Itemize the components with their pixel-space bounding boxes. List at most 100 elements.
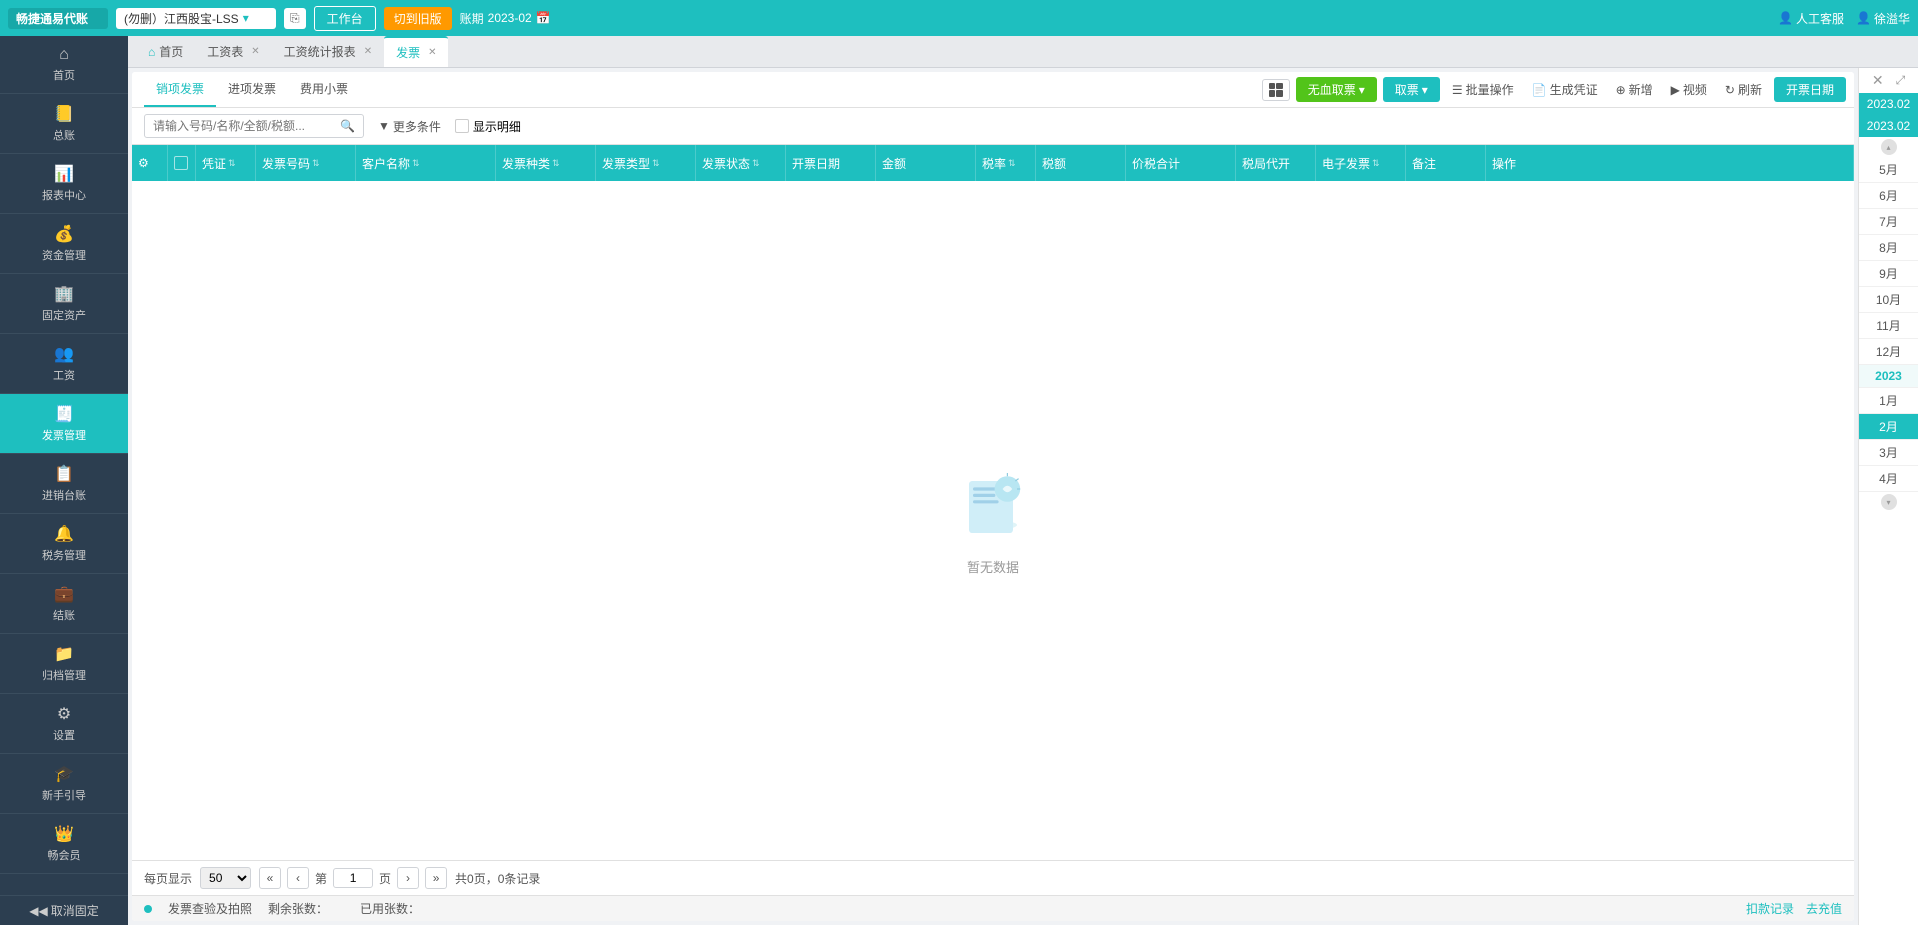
sidebar-item-invoice[interactable]: 🧾 发票管理 [0, 394, 128, 454]
sidebar-item-assets[interactable]: 🏢 固定资产 [0, 274, 128, 334]
filter-button[interactable]: ▼ 更多条件 [372, 115, 447, 138]
recharge-link[interactable]: 去充值 [1806, 900, 1842, 917]
period-month-2023-4[interactable]: 4月 [1859, 466, 1918, 492]
th-e-invoice: 电子发票 ⇅ [1316, 145, 1406, 181]
sidebar-item-reports[interactable]: 📊 报表中心 [0, 154, 128, 214]
scroll-up-icon[interactable]: ▴ [1881, 139, 1897, 155]
batch-ops-button[interactable]: ☰ 批量操作 [1446, 77, 1520, 102]
th-settings[interactable]: ⚙ [132, 145, 168, 181]
period-month-2023-1[interactable]: 1月 [1859, 388, 1918, 414]
sidebar-item-guide[interactable]: 🎓 新手引导 [0, 754, 128, 814]
sidebar-label-funds: 资金管理 [42, 247, 86, 263]
tab-payroll-table-close-icon[interactable]: ✕ [251, 46, 259, 57]
expand-panel-button[interactable]: ⤢ [1890, 70, 1912, 91]
period-month-2022-6[interactable]: 6月 [1859, 183, 1918, 209]
bottom-bar-right: 扣款记录 去充值 [1746, 900, 1842, 917]
period-label: 账期 [460, 10, 484, 27]
period-month-2022-12[interactable]: 12月 [1859, 339, 1918, 365]
import-record-link[interactable]: 扣款记录 [1746, 900, 1794, 917]
th-invoice-type-sort-icon[interactable]: ⇅ [552, 158, 560, 169]
th-invoice-no-sort-icon[interactable]: ⇅ [312, 158, 320, 169]
page-number-input[interactable] [333, 868, 373, 888]
period-month-2022-10[interactable]: 10月 [1859, 287, 1918, 313]
last-page-button[interactable]: » [425, 867, 447, 889]
workbench-button[interactable]: 工作台 [314, 6, 376, 31]
th-customer-sort-icon[interactable]: ⇅ [412, 158, 420, 169]
remaining-label: 剩余张数： [268, 900, 328, 917]
period-month-2022-9[interactable]: 9月 [1859, 261, 1918, 287]
scroll-down-icon[interactable]: ▾ [1881, 494, 1897, 510]
layout-button[interactable] [1262, 79, 1290, 101]
sidebar-item-ledger[interactable]: 📒 总账 [0, 94, 128, 154]
empty-state-text: 暂无数据 [967, 557, 1019, 576]
tax-icon: 🔔 [54, 524, 74, 544]
sidebar-item-archive[interactable]: 📁 归档管理 [0, 634, 128, 694]
gen-voucher-button[interactable]: 📄 生成凭证 [1526, 77, 1604, 102]
period-month-2022-11[interactable]: 11月 [1859, 313, 1918, 339]
sidebar-item-payroll[interactable]: 👥 工资 [0, 334, 128, 394]
period-month-2022-5[interactable]: 5月 [1859, 157, 1918, 183]
period-panel-subheader-label: 2023.02 [1867, 119, 1910, 133]
sidebar-item-home[interactable]: ⌂ 首页 [0, 36, 128, 94]
period-panel-subheader[interactable]: 2023.02 [1859, 115, 1918, 137]
take-ticket-label: 取票 [1395, 81, 1419, 98]
panel-controls: ✕ ⤢ [1864, 68, 1913, 93]
sidebar-toggle[interactable]: ◀◀ 取消固定 [0, 896, 128, 925]
period-month-2023-2[interactable]: 2月 [1859, 414, 1918, 440]
sidebar-item-funds[interactable]: 💰 资金管理 [0, 214, 128, 274]
th-invoice-status-sort-icon[interactable]: ⇅ [752, 158, 760, 169]
per-page-select[interactable]: 50 10 20 100 [200, 867, 251, 889]
tab-invoice[interactable]: 发票 ✕ [384, 36, 448, 67]
tab-payroll-stats[interactable]: 工资统计报表 ✕ [272, 36, 384, 67]
open-period-button[interactable]: 开票日期 [1774, 77, 1846, 102]
th-e-invoice-sort-icon[interactable]: ⇅ [1372, 158, 1380, 169]
tab-payroll-stats-close-icon[interactable]: ✕ [364, 46, 372, 57]
top-right-buttons: 无血取票 ▾ 取票 ▾ ☰ 批量操作 📄 生成 [1254, 77, 1854, 102]
th-voucher-sort-icon[interactable]: ⇅ [228, 158, 236, 169]
th-tax-rate-sort-icon[interactable]: ⇅ [1008, 158, 1016, 169]
copy-button[interactable]: ⎘ [284, 8, 306, 29]
refresh-button[interactable]: ↻ 刷新 [1719, 77, 1768, 102]
period-month-2022-7[interactable]: 7月 [1859, 209, 1918, 235]
close-panel-button[interactable]: ✕ [1866, 70, 1890, 91]
prev-page-button[interactable]: ‹ [287, 867, 309, 889]
sidebar-item-member[interactable]: 👑 畅会员 [0, 814, 128, 874]
switch-version-button[interactable]: 切到旧版 [384, 7, 452, 30]
sidebar-item-settings[interactable]: ⚙ 设置 [0, 694, 128, 754]
user-profile[interactable]: 👤 徐溢华 [1856, 10, 1910, 27]
th-open-date-label: 开票日期 [792, 155, 840, 172]
th-checkbox[interactable] [168, 145, 196, 181]
period-panel-header[interactable]: 2023.02 [1859, 93, 1918, 115]
th-invoice-status: 发票状态 ⇅ [696, 145, 786, 181]
take-ticket-button[interactable]: 取票 ▾ [1383, 77, 1440, 102]
period-month-2022-8[interactable]: 8月 [1859, 235, 1918, 261]
th-customer-label: 客户名称 [362, 155, 410, 172]
no-cancel-ticket-button[interactable]: 无血取票 ▾ [1296, 77, 1377, 102]
th-invoice-type-label: 发票种类 [502, 155, 550, 172]
new-button[interactable]: ⊕ 新增 [1610, 77, 1659, 102]
period-month-2023-3[interactable]: 3月 [1859, 440, 1918, 466]
search-input[interactable] [153, 119, 336, 133]
th-tax-rate-label: 税率 [982, 155, 1006, 172]
next-page-button[interactable]: › [397, 867, 419, 889]
sub-tab-purchase[interactable]: 进项发票 [216, 72, 288, 107]
customer-service[interactable]: 👤 人工客服 [1778, 10, 1844, 27]
company-selector[interactable]: (勿删）江西股宝-LSS ▾ [116, 8, 276, 29]
sidebar-item-tax[interactable]: 🔔 税务管理 [0, 514, 128, 574]
first-page-button[interactable]: « [259, 867, 281, 889]
tab-payroll-table[interactable]: 工资表 ✕ [195, 36, 271, 67]
tab-home[interactable]: ⌂ 首页 [136, 36, 195, 67]
reports-icon: 📊 [54, 164, 74, 184]
video-button[interactable]: ▶ 视频 [1665, 77, 1713, 102]
empty-state: 暂无数据 [132, 181, 1854, 860]
sub-tab-sales[interactable]: 销项发票 [144, 72, 216, 107]
th-invoice-no: 发票号码 ⇅ [256, 145, 356, 181]
sub-tab-expense[interactable]: 费用小票 [288, 72, 360, 107]
sidebar-item-settlement[interactable]: 💼 结账 [0, 574, 128, 634]
show-detail-checkbox[interactable]: 显示明细 [455, 118, 521, 135]
th-amount: 金额 [876, 145, 976, 181]
tab-invoice-close-icon[interactable]: ✕ [428, 47, 436, 58]
search-icon[interactable]: 🔍 [340, 119, 355, 133]
th-invoice-category-sort-icon[interactable]: ⇅ [652, 158, 660, 169]
sidebar-item-sales[interactable]: 📋 进销台账 [0, 454, 128, 514]
